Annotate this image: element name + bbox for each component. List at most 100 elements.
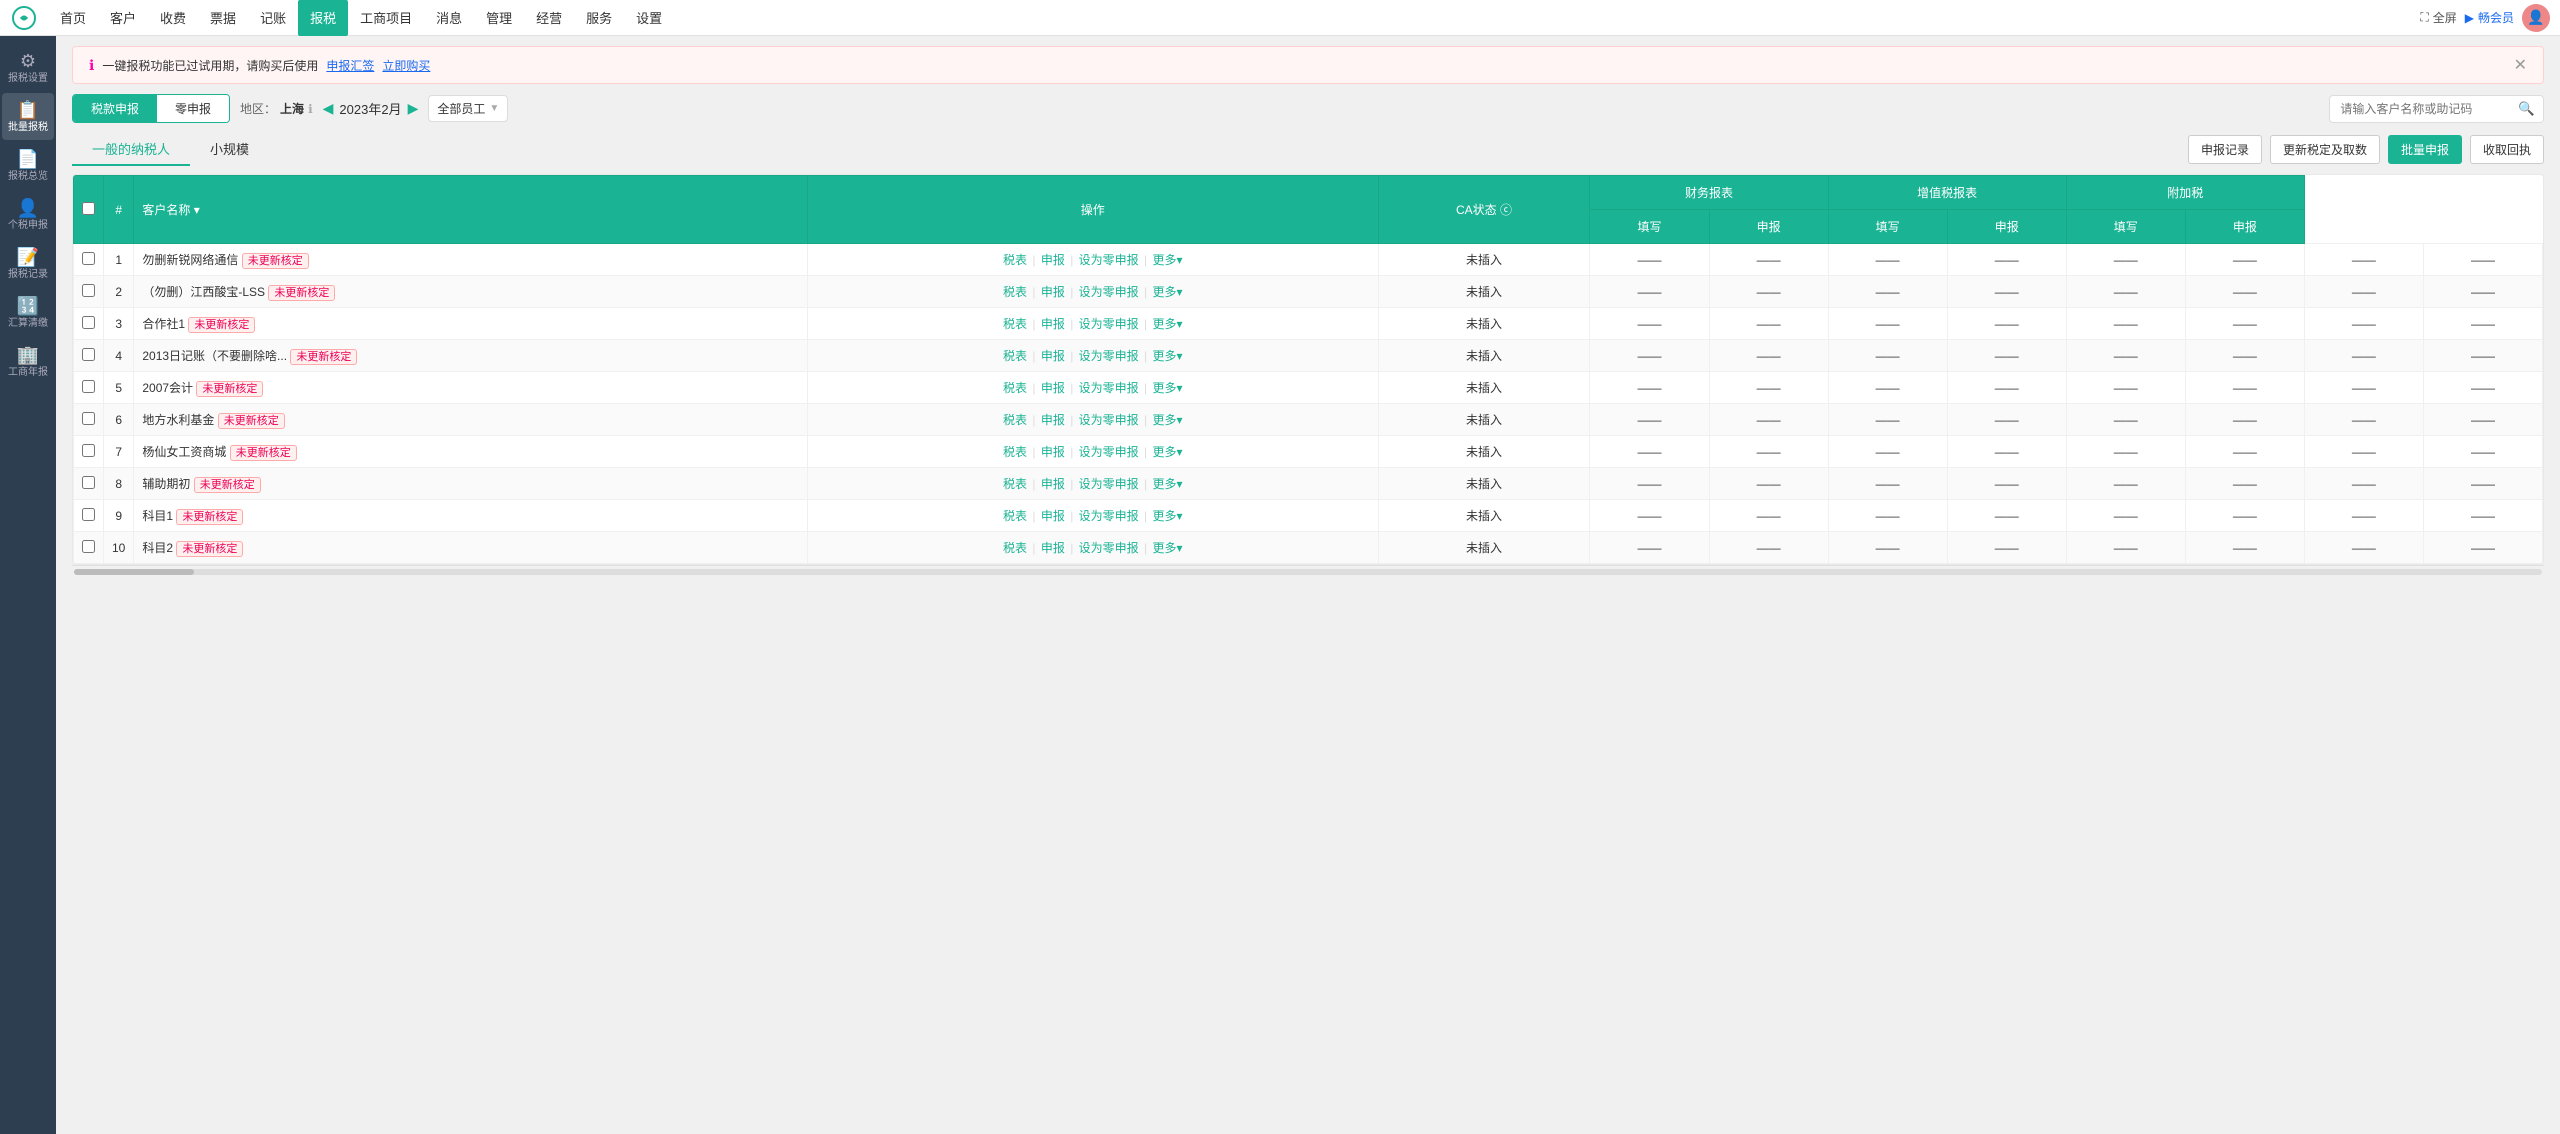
row-op-more-8[interactable]: 更多▾ (1152, 509, 1182, 523)
row-op-tax-3[interactable]: 税表 (1003, 349, 1027, 363)
row-col-6-2: —— (1828, 436, 1947, 468)
row-checkbox-6[interactable] (82, 444, 95, 457)
row-checkbox-3[interactable] (82, 348, 95, 361)
row-op-more-1[interactable]: 更多▾ (1152, 285, 1182, 299)
row-op-more-6[interactable]: 更多▾ (1152, 445, 1182, 459)
row-checkbox-9[interactable] (82, 540, 95, 553)
row-checkbox-2[interactable] (82, 316, 95, 329)
row-checkbox-1[interactable] (82, 284, 95, 297)
row-op-report-9[interactable]: 申报 (1041, 541, 1065, 555)
row-op-report-3[interactable]: 申报 (1041, 349, 1065, 363)
row-checkbox-7[interactable] (82, 476, 95, 489)
row-op-tax-2[interactable]: 税表 (1003, 317, 1027, 331)
row-op-report-0[interactable]: 申报 (1041, 253, 1065, 267)
row-checkbox-4[interactable] (82, 380, 95, 393)
row-op-report-4[interactable]: 申报 (1041, 381, 1065, 395)
select-all-checkbox[interactable] (82, 202, 95, 215)
row-col-9-3: —— (1947, 532, 2066, 564)
row-op-more-0[interactable]: 更多▾ (1152, 253, 1182, 267)
row-op-more-2[interactable]: 更多▾ (1152, 317, 1182, 331)
nav-item-服务[interactable]: 服务 (574, 0, 624, 36)
nav-item-设置[interactable]: 设置 (624, 0, 674, 36)
row-col-5-3: —— (1947, 404, 2066, 436)
upgrade-button[interactable]: ▶ 畅会员 (2465, 9, 2514, 26)
month-prev-button[interactable]: ◀ (323, 100, 334, 117)
sidebar-item-1[interactable]: 📋批量报税 (2, 93, 54, 140)
row-col-8-6: —— (2304, 500, 2423, 532)
row-op-tax-5[interactable]: 税表 (1003, 413, 1027, 427)
row-op-zero-9[interactable]: 设为零申报 (1079, 541, 1139, 555)
user-avatar[interactable]: 👤 (2522, 4, 2550, 32)
row-op-zero-7[interactable]: 设为零申报 (1079, 477, 1139, 491)
nav-item-经营[interactable]: 经营 (524, 0, 574, 36)
row-op-zero-2[interactable]: 设为零申报 (1079, 317, 1139, 331)
row-op-report-2[interactable]: 申报 (1041, 317, 1065, 331)
row-op-zero-3[interactable]: 设为零申报 (1079, 349, 1139, 363)
row-op-report-8[interactable]: 申报 (1041, 509, 1065, 523)
row-col-4-5: —— (2185, 372, 2304, 404)
row-col-5-5: —— (2185, 404, 2304, 436)
nav-item-收费[interactable]: 收费 (148, 0, 198, 36)
action-btn-收取回执[interactable]: 收取回执 (2470, 135, 2544, 164)
search-button[interactable]: 🔍 (2510, 96, 2543, 122)
sidebar-item-5[interactable]: 🔢汇算清缴 (2, 289, 54, 336)
row-op-zero-4[interactable]: 设为零申报 (1079, 381, 1139, 395)
nav-item-报税[interactable]: 报税 (298, 0, 348, 36)
row-op-more-7[interactable]: 更多▾ (1152, 477, 1182, 491)
staff-select[interactable]: 全部员工 ▼ (428, 95, 508, 122)
row-op-zero-5[interactable]: 设为零申报 (1079, 413, 1139, 427)
declaration-tab-税款申报[interactable]: 税款申报 (73, 95, 157, 122)
row-op-tax-7[interactable]: 税表 (1003, 477, 1027, 491)
subtab-一般的纳税人[interactable]: 一般的纳税人 (72, 133, 190, 166)
row-checkbox-5[interactable] (82, 412, 95, 425)
action-btn-申报记录[interactable]: 申报记录 (2188, 135, 2262, 164)
row-col-1-1: —— (1709, 276, 1828, 308)
fullscreen-button[interactable]: ⛶ 全屏 (2420, 9, 2456, 26)
sidebar-item-0[interactable]: ⚙报税设置 (2, 44, 54, 91)
banner-link-declaration[interactable]: 申报汇签 (326, 57, 374, 74)
row-op-zero-6[interactable]: 设为零申报 (1079, 445, 1139, 459)
row-op-more-3[interactable]: 更多▾ (1152, 349, 1182, 363)
sidebar-item-6[interactable]: 🏢工商年报 (2, 338, 54, 385)
row-op-report-6[interactable]: 申报 (1041, 445, 1065, 459)
row-op-more-9[interactable]: 更多▾ (1152, 541, 1182, 555)
sidebar-item-3[interactable]: 👤个税申报 (2, 191, 54, 238)
row-op-more-4[interactable]: 更多▾ (1152, 381, 1182, 395)
scrollbar-thumb[interactable] (74, 569, 194, 575)
row-op-report-7[interactable]: 申报 (1041, 477, 1065, 491)
filing-table: # 客户名称 ▾ 操作 CA状态 ⓒ 财务报表 增值税报表 附加税 填写 申报 … (73, 175, 2543, 564)
month-next-button[interactable]: ▶ (408, 100, 419, 117)
search-input[interactable] (2330, 97, 2510, 121)
row-op-zero-1[interactable]: 设为零申报 (1079, 285, 1139, 299)
row-op-report-1[interactable]: 申报 (1041, 285, 1065, 299)
nav-item-客户[interactable]: 客户 (98, 0, 148, 36)
row-op-report-5[interactable]: 申报 (1041, 413, 1065, 427)
nav-item-消息[interactable]: 消息 (424, 0, 474, 36)
row-op-tax-1[interactable]: 税表 (1003, 285, 1027, 299)
row-op-more-5[interactable]: 更多▾ (1152, 413, 1182, 427)
row-op-tax-4[interactable]: 税表 (1003, 381, 1027, 395)
nav-item-工商项目[interactable]: 工商项目 (348, 0, 424, 36)
row-op-zero-8[interactable]: 设为零申报 (1079, 509, 1139, 523)
action-btn-更新税定及取数[interactable]: 更新税定及取数 (2270, 135, 2380, 164)
region-info-icon[interactable]: ℹ (308, 102, 313, 116)
sidebar-item-2[interactable]: 📄报税总览 (2, 142, 54, 189)
subtab-小规模[interactable]: 小规模 (190, 133, 269, 166)
row-op-zero-0[interactable]: 设为零申报 (1079, 253, 1139, 267)
action-btn-批量申报[interactable]: 批量申报 (2388, 135, 2462, 164)
row-checkbox-8[interactable] (82, 508, 95, 521)
row-op-tax-0[interactable]: 税表 (1003, 253, 1027, 267)
row-op-tax-8[interactable]: 税表 (1003, 509, 1027, 523)
row-op-tax-9[interactable]: 税表 (1003, 541, 1027, 555)
banner-close-button[interactable]: ✕ (2514, 55, 2527, 75)
nav-item-首页[interactable]: 首页 (48, 0, 98, 36)
nav-item-记账[interactable]: 记账 (248, 0, 298, 36)
banner-link-buy[interactable]: 立即购买 (382, 57, 430, 74)
nav-item-票据[interactable]: 票据 (198, 0, 248, 36)
declaration-tab-零申报[interactable]: 零申报 (157, 95, 229, 122)
row-checkbox-0[interactable] (82, 252, 95, 265)
row-op-tax-6[interactable]: 税表 (1003, 445, 1027, 459)
horizontal-scrollbar[interactable] (72, 565, 2544, 577)
nav-item-管理[interactable]: 管理 (474, 0, 524, 36)
sidebar-item-4[interactable]: 📝报税记录 (2, 240, 54, 287)
